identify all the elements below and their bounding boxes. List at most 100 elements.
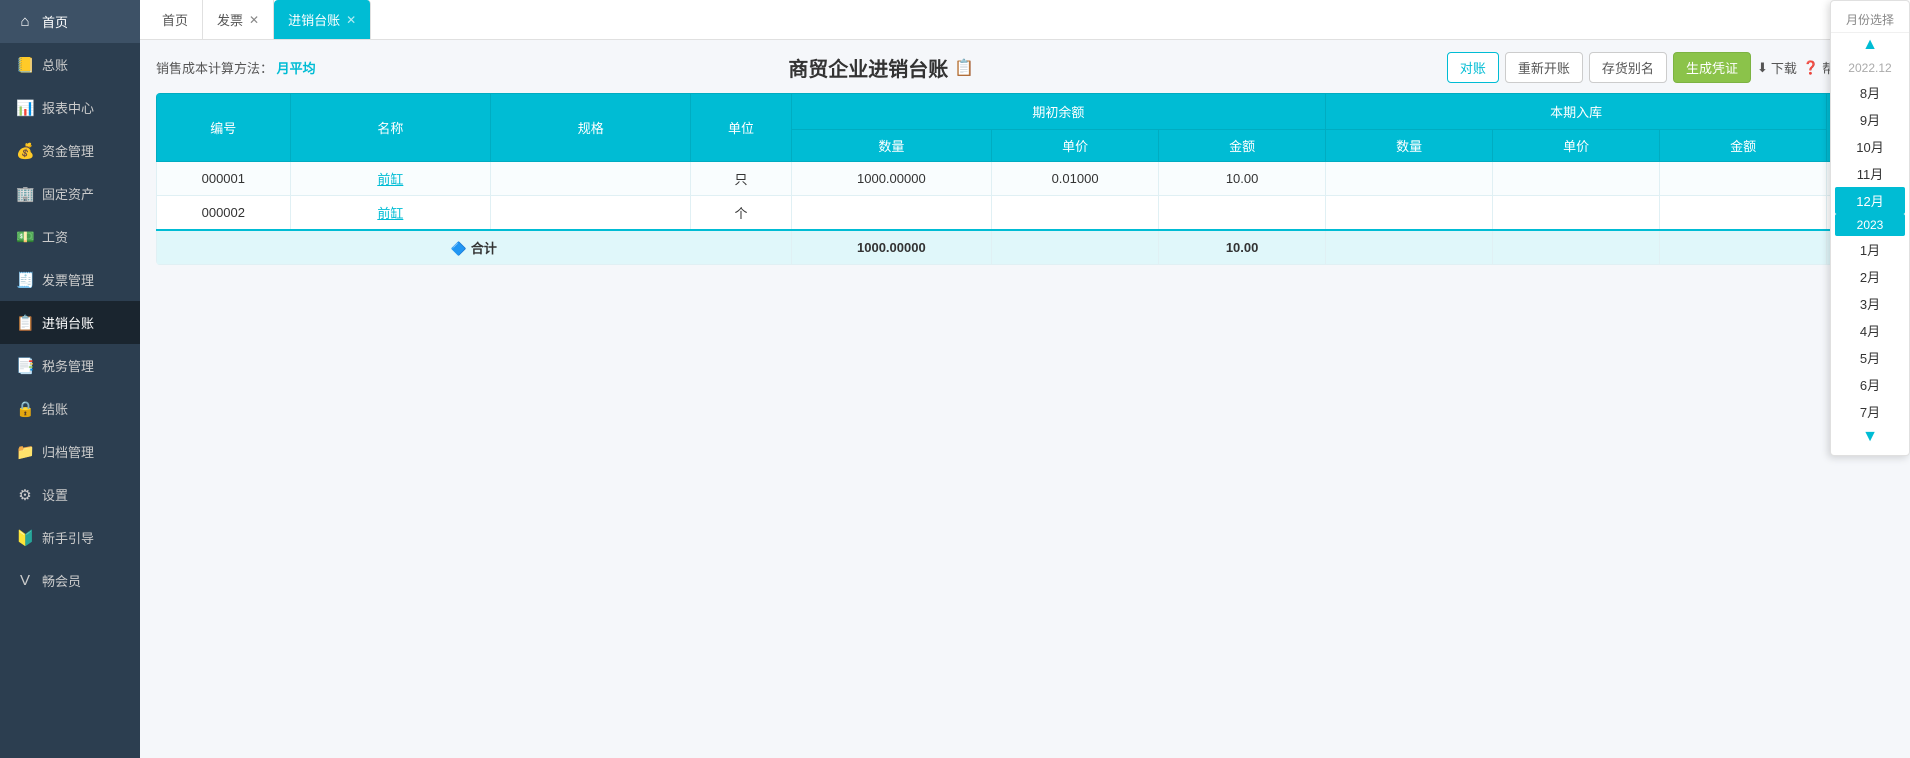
tab-home-tab[interactable]: 首页 [148, 0, 203, 39]
page-title: 商贸企业进销台账 📋 [316, 53, 1447, 82]
month-item-5月[interactable]: 5月 [1831, 344, 1909, 371]
sidebar-label-archive: 归档管理 [42, 442, 94, 461]
cell-in-amount [1660, 196, 1827, 231]
cell-unit: 个 [691, 196, 791, 231]
cell-in-amount [1660, 162, 1827, 196]
month-item-9月[interactable]: 9月 [1831, 106, 1909, 133]
sidebar-label-settings: 设置 [42, 485, 68, 504]
total-icon: 🔷 [451, 241, 467, 256]
sidebar-item-tax[interactable]: 📑税务管理 [0, 344, 140, 387]
sidebar-label-invoice-mgmt: 发票管理 [42, 270, 94, 289]
title-icon: 📋 [954, 58, 974, 78]
cell-opening-amount [1159, 196, 1326, 231]
ledger-icon: 📒 [16, 56, 34, 74]
sidebar-item-ledger[interactable]: 📒 总账 [0, 43, 140, 86]
sidebar-item-asset[interactable]: 🏢固定资产 [0, 172, 140, 215]
cell-code: 000002 [157, 196, 291, 231]
sidebar-label-ledger: 总账 [42, 55, 68, 74]
total-opening-qty: 1000.00000 [791, 230, 991, 265]
home-icon: ⌂ [16, 13, 34, 30]
tab-label-jinxiao-tab: 进销台账 [288, 10, 340, 29]
month-item-7月[interactable]: 7月 [1831, 398, 1909, 425]
sidebar-item-salary[interactable]: 💵 工资 [0, 215, 140, 258]
main-area: 首页发票✕进销台账✕ ✕ ⛶ 销售成本计算方法： 月平均 商贸企业进销台账 📋 … [140, 0, 1910, 758]
cell-in-price [1493, 162, 1660, 196]
sidebar-label-report: 报表中心 [42, 98, 94, 117]
sub-opening-price: 单价 [992, 130, 1159, 162]
sub-in-price: 单价 [1493, 130, 1660, 162]
cell-opening-amount: 10.00 [1159, 162, 1326, 196]
sidebar-item-archive[interactable]: 📁归档管理 [0, 430, 140, 473]
sidebar-item-invoice-mgmt[interactable]: 🧾 发票管理 [0, 258, 140, 301]
cell-opening-price [992, 196, 1159, 231]
top-bar: 销售成本计算方法： 月平均 商贸企业进销台账 📋 对账 重新开账 存货别名 生成… [156, 52, 1894, 83]
total-label: 🔷合计 [157, 230, 792, 265]
cell-name[interactable]: 前缸 [290, 196, 490, 231]
table-header-top: 编号 名称 规格 单位 期初余额 本期入库 数 [157, 94, 1894, 130]
active-month-item[interactable]: 12月 [1835, 187, 1905, 214]
col-header-opening: 期初余额 [791, 94, 1325, 130]
reopen-button[interactable]: 重新开账 [1505, 52, 1583, 83]
action-buttons: 对账 重新开账 存货别名 生成凭证 ⬇ 下载 ❓ 帮助 ↻ 刷新 [1447, 52, 1894, 83]
month-item-1月[interactable]: 1月 [1831, 236, 1909, 263]
total-opening-amount: 10.00 [1159, 230, 1326, 265]
download-icon: ⬇ [1757, 60, 1768, 76]
cell-spec [491, 196, 691, 231]
total-row: 🔷合计 1000.00000 10.00 [157, 230, 1894, 265]
month-down-nav[interactable]: ▼ [1831, 425, 1909, 449]
month-item-2月[interactable]: 2月 [1831, 263, 1909, 290]
cell-in-qty [1326, 162, 1493, 196]
month-item-11月[interactable]: 11月 [1831, 160, 1909, 187]
duizhang-button[interactable]: 对账 [1447, 52, 1499, 83]
download-button[interactable]: ⬇ 下载 [1757, 58, 1797, 77]
sidebar-item-jinxiao[interactable]: 📋进销台账 [0, 301, 140, 344]
sidebar-label-tax: 税务管理 [42, 356, 94, 375]
cost-method-label: 销售成本计算方法： 月平均 [156, 58, 316, 77]
months-before: 8月9月10月11月 [1831, 79, 1909, 187]
cell-spec [491, 162, 691, 196]
sub-opening-amount: 金额 [1159, 130, 1326, 162]
sidebar-label-asset: 固定资产 [42, 184, 94, 203]
tab-label-home-tab: 首页 [162, 10, 188, 29]
tab-invoice-tab[interactable]: 发票✕ [203, 0, 274, 39]
sidebar-label-salary: 工资 [42, 227, 68, 246]
tab-close-invoice-tab[interactable]: ✕ [249, 13, 259, 27]
col-header-incoming: 本期入库 [1326, 94, 1827, 130]
invoice-mgmt-icon: 🧾 [16, 271, 34, 289]
sidebar: ⌂首页 📒 总账 📊 报表中心 💰资金管理🏢固定资产 💵 工资 🧾 发票管理 📋进销台账📑税务管理🔒… [0, 0, 140, 758]
month-item-8月[interactable]: 8月 [1831, 79, 1909, 106]
help-icon: ❓ [1803, 60, 1819, 76]
total-in-qty [1326, 230, 1493, 265]
sidebar-item-settings[interactable]: ⚙设置 [0, 473, 140, 516]
fund-icon: 💰 [16, 142, 34, 160]
sidebar-item-report[interactable]: 📊 报表中心 [0, 86, 140, 129]
month-item-3月[interactable]: 3月 [1831, 290, 1909, 317]
vip-icon: V [16, 572, 34, 589]
sub-opening-qty: 数量 [791, 130, 991, 162]
col-header-name: 名称 [290, 94, 490, 162]
month-item-4月[interactable]: 4月 [1831, 317, 1909, 344]
sidebar-item-close[interactable]: 🔒结账 [0, 387, 140, 430]
tab-bar: 首页发票✕进销台账✕ ✕ ⛶ [140, 0, 1910, 40]
generate-button[interactable]: 生成凭证 [1673, 52, 1751, 83]
month-up-nav[interactable]: ▲ [1831, 33, 1909, 57]
guide-icon: 🔰 [16, 529, 34, 547]
report-icon: 📊 [16, 99, 34, 117]
tab-jinxiao-tab[interactable]: 进销台账 ✕ [274, 0, 371, 39]
cell-name[interactable]: 前缸 [290, 162, 490, 196]
sidebar-item-home[interactable]: ⌂首页 [0, 0, 140, 43]
tab-close-jinxiao-tab[interactable]: ✕ [346, 13, 356, 27]
sidebar-item-vip[interactable]: V畅会员 [0, 559, 140, 602]
data-table: 编号 名称 规格 单位 期初余额 本期入库 数 数量 单价 金额 数量 单价 [156, 93, 1894, 265]
year-2022-item[interactable]: 2022.12 [1831, 57, 1909, 79]
table-wrapper: 编号 名称 规格 单位 期初余额 本期入库 数 数量 单价 金额 数量 单价 [156, 93, 1894, 265]
month-item-10月[interactable]: 10月 [1831, 133, 1909, 160]
save-alias-button[interactable]: 存货别名 [1589, 52, 1667, 83]
cell-opening-qty: 1000.00000 [791, 162, 991, 196]
month-item-6月[interactable]: 6月 [1831, 371, 1909, 398]
salary-icon: 💵 [16, 228, 34, 246]
sub-in-amount: 金额 [1660, 130, 1827, 162]
total-in-price [1493, 230, 1660, 265]
sidebar-item-guide[interactable]: 🔰新手引导 [0, 516, 140, 559]
sidebar-item-fund[interactable]: 💰资金管理 [0, 129, 140, 172]
